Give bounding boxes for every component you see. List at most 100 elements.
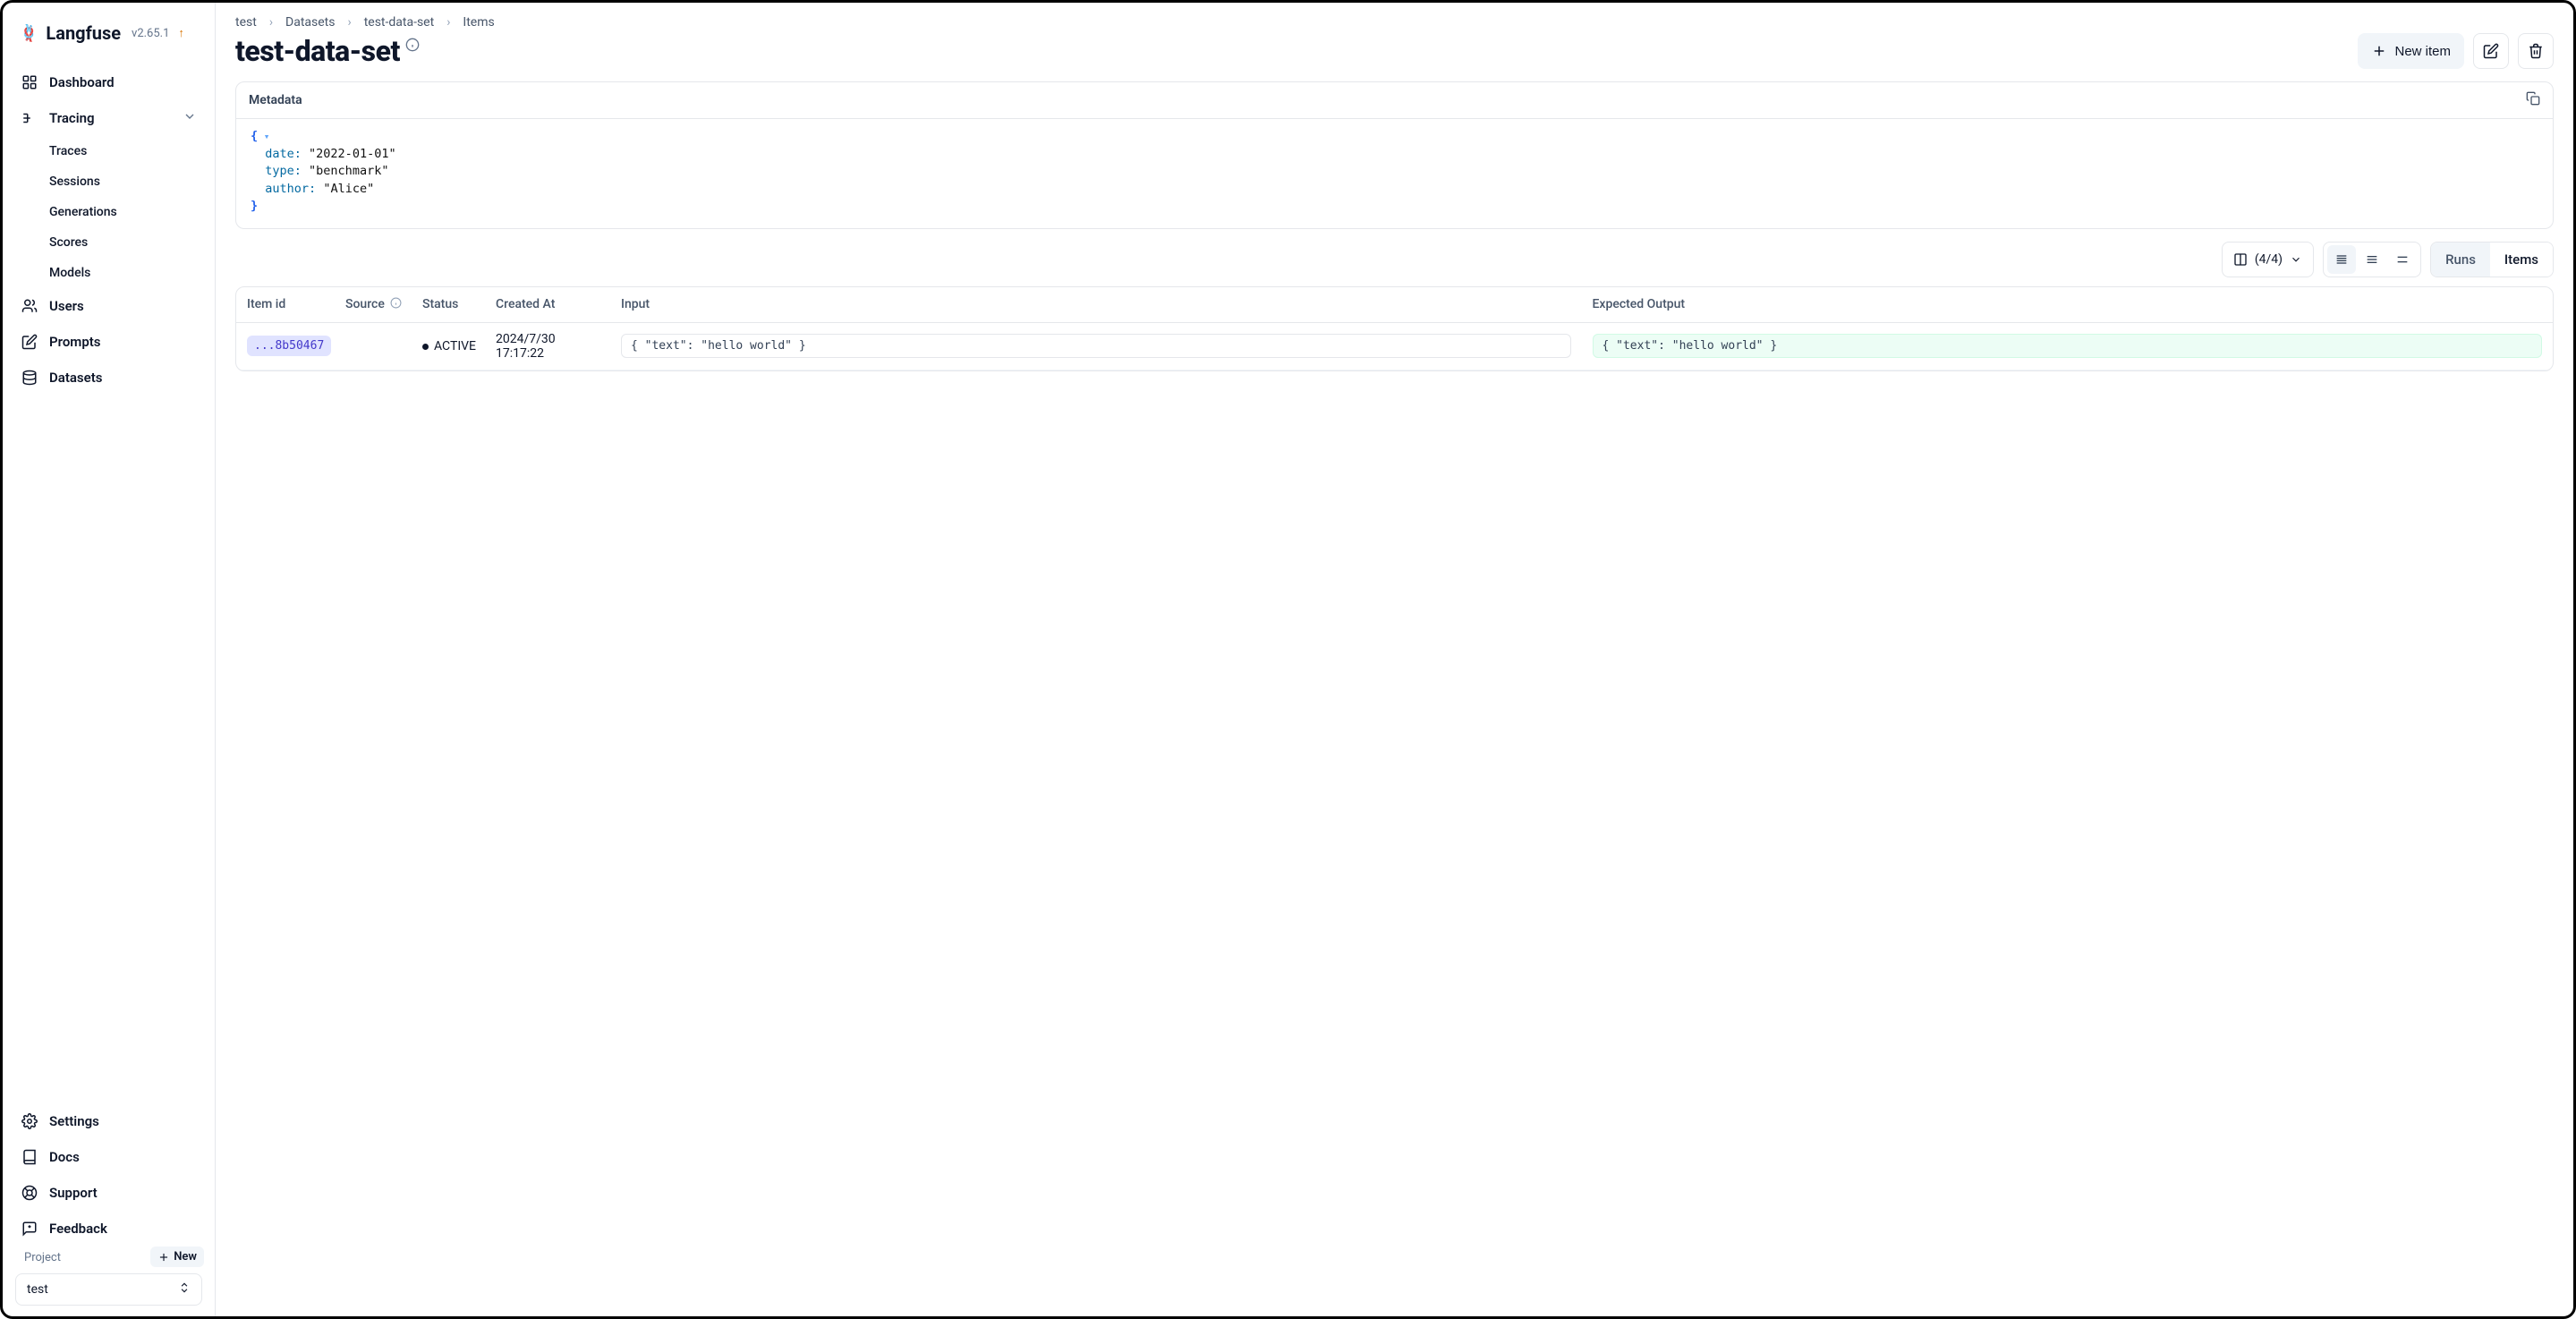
list-medium-icon — [2365, 252, 2379, 267]
cell-expected: { "text": "hello world" } — [1593, 334, 2543, 358]
new-project-label: New — [174, 1250, 197, 1264]
sidebar-item-traces[interactable]: Traces — [40, 137, 206, 166]
table-tools: (4/4) Runs Items — [216, 242, 2573, 286]
sidebar-item-generations[interactable]: Generations — [40, 198, 206, 226]
edit-button[interactable] — [2473, 33, 2509, 69]
metadata-header: Metadata — [236, 82, 2553, 119]
tab-items[interactable]: Items — [2490, 243, 2553, 277]
nav-footer: Settings Docs Support Feedback — [12, 1104, 206, 1246]
sidebar-item-label: Support — [49, 1185, 98, 1201]
plus-icon — [157, 1251, 170, 1264]
sidebar-item-users[interactable]: Users — [12, 289, 206, 323]
sidebar-item-label: Feedback — [49, 1221, 107, 1237]
chevrons-up-down-icon — [178, 1281, 191, 1298]
project-label: Project — [17, 1246, 68, 1268]
breadcrumb-item[interactable]: Items — [463, 15, 494, 30]
gear-icon — [21, 1112, 38, 1130]
th-item-id[interactable]: Item id — [236, 287, 335, 323]
sidebar: 🪢 Langfuse v2.65.1 ↑ Dashboard Tracing — [3, 3, 216, 1316]
title-wrap: test-data-set — [235, 34, 420, 68]
column-visibility-button[interactable]: (4/4) — [2222, 242, 2314, 277]
sidebar-item-docs[interactable]: Docs — [12, 1140, 206, 1174]
density-large-button[interactable] — [2388, 245, 2417, 274]
copy-button[interactable] — [2526, 91, 2540, 109]
project-select[interactable]: test — [15, 1273, 202, 1306]
project-header-row: Project New — [12, 1246, 206, 1273]
info-icon[interactable] — [405, 38, 420, 55]
sidebar-item-sessions[interactable]: Sessions — [40, 167, 206, 196]
sidebar-item-settings[interactable]: Settings — [12, 1104, 206, 1138]
chevron-down-icon — [2290, 253, 2302, 266]
tab-segment: Runs Items — [2430, 242, 2554, 277]
sidebar-item-scores[interactable]: Scores — [40, 228, 206, 257]
status-dot-icon — [422, 344, 429, 350]
brand-name: Langfuse — [46, 22, 121, 44]
th-created-at[interactable]: Created At — [485, 287, 610, 323]
status-badge: ACTIVE — [422, 339, 476, 353]
new-item-label: New item — [2394, 44, 2451, 59]
metadata-label: Metadata — [249, 93, 302, 107]
nav: Dashboard Tracing Traces Sessions Genera… — [12, 65, 206, 395]
dashboard-icon — [21, 73, 38, 91]
tab-runs[interactable]: Runs — [2431, 243, 2490, 277]
sidebar-item-label: Prompts — [49, 334, 101, 350]
sidebar-item-support[interactable]: Support — [12, 1176, 206, 1210]
breadcrumb-item[interactable]: test — [235, 15, 257, 30]
sidebar-item-tracing[interactable]: Tracing — [12, 101, 206, 135]
breadcrumb: test › Datasets › test-data-set › Items — [216, 3, 2573, 33]
delete-button[interactable] — [2518, 33, 2554, 69]
sidebar-item-datasets[interactable]: Datasets — [12, 361, 206, 395]
main: test › Datasets › test-data-set › Items … — [216, 3, 2573, 1316]
tracing-submenu: Traces Sessions Generations Scores Model… — [40, 137, 206, 287]
table-header-row: Item id Source Status Created At Input — [236, 287, 2553, 323]
metadata-json: { ▾ date: "2022-01-01" type: "benchmark"… — [236, 119, 2553, 228]
item-id-chip[interactable]: ...8b50467 — [247, 336, 331, 356]
prompts-icon — [21, 333, 38, 351]
support-icon — [21, 1184, 38, 1202]
th-input[interactable]: Input — [610, 287, 1582, 323]
brand-version: v2.65.1 — [132, 27, 169, 40]
brand: 🪢 Langfuse v2.65.1 ↑ — [12, 15, 206, 60]
edit-icon — [2483, 43, 2499, 59]
table: Item id Source Status Created At Input — [235, 286, 2554, 371]
header-actions: New item — [2358, 33, 2554, 69]
sidebar-item-label: Dashboard — [49, 74, 115, 90]
table-row[interactable]: ...8b50467 ACTIVE 2024/7/30 17:17:22 { "… — [236, 322, 2553, 370]
new-item-button[interactable]: New item — [2358, 33, 2464, 69]
sidebar-item-label: Settings — [49, 1113, 99, 1129]
tracing-icon — [21, 109, 38, 127]
chevron-right-icon: › — [446, 15, 450, 30]
datasets-icon — [21, 369, 38, 387]
users-icon — [21, 297, 38, 315]
page-title: test-data-set — [235, 34, 400, 68]
breadcrumb-item[interactable]: Datasets — [285, 15, 335, 30]
th-expected[interactable]: Expected Output — [1582, 287, 2554, 323]
breadcrumb-item[interactable]: test-data-set — [364, 15, 434, 30]
update-available-icon[interactable]: ↑ — [178, 26, 184, 40]
columns-icon — [2233, 252, 2248, 267]
column-count: (4/4) — [2255, 252, 2283, 267]
info-icon — [390, 297, 402, 312]
sidebar-item-dashboard[interactable]: Dashboard — [12, 65, 206, 99]
list-dense-icon — [2334, 252, 2349, 267]
brand-logo-icon: 🪢 — [19, 24, 38, 43]
sidebar-item-label: Users — [49, 298, 84, 314]
cell-input: { "text": "hello world" } — [621, 334, 1571, 358]
new-project-button[interactable]: New — [150, 1247, 204, 1267]
copy-icon — [2526, 91, 2540, 106]
feedback-icon — [21, 1220, 38, 1238]
th-source[interactable]: Source — [335, 287, 412, 323]
sidebar-item-models[interactable]: Models — [40, 259, 206, 287]
plus-icon — [2371, 43, 2387, 59]
sidebar-item-feedback[interactable]: Feedback — [12, 1212, 206, 1246]
sidebar-item-label: Datasets — [49, 370, 102, 386]
app-root: 🪢 Langfuse v2.65.1 ↑ Dashboard Tracing — [3, 3, 2573, 1316]
sidebar-item-prompts[interactable]: Prompts — [12, 325, 206, 359]
density-group — [2323, 242, 2421, 277]
density-compact-button[interactable] — [2327, 245, 2356, 274]
density-medium-button[interactable] — [2358, 245, 2386, 274]
th-status[interactable]: Status — [412, 287, 485, 323]
cell-source — [335, 322, 412, 370]
docs-icon — [21, 1148, 38, 1166]
project-selected-value: test — [27, 1282, 48, 1297]
